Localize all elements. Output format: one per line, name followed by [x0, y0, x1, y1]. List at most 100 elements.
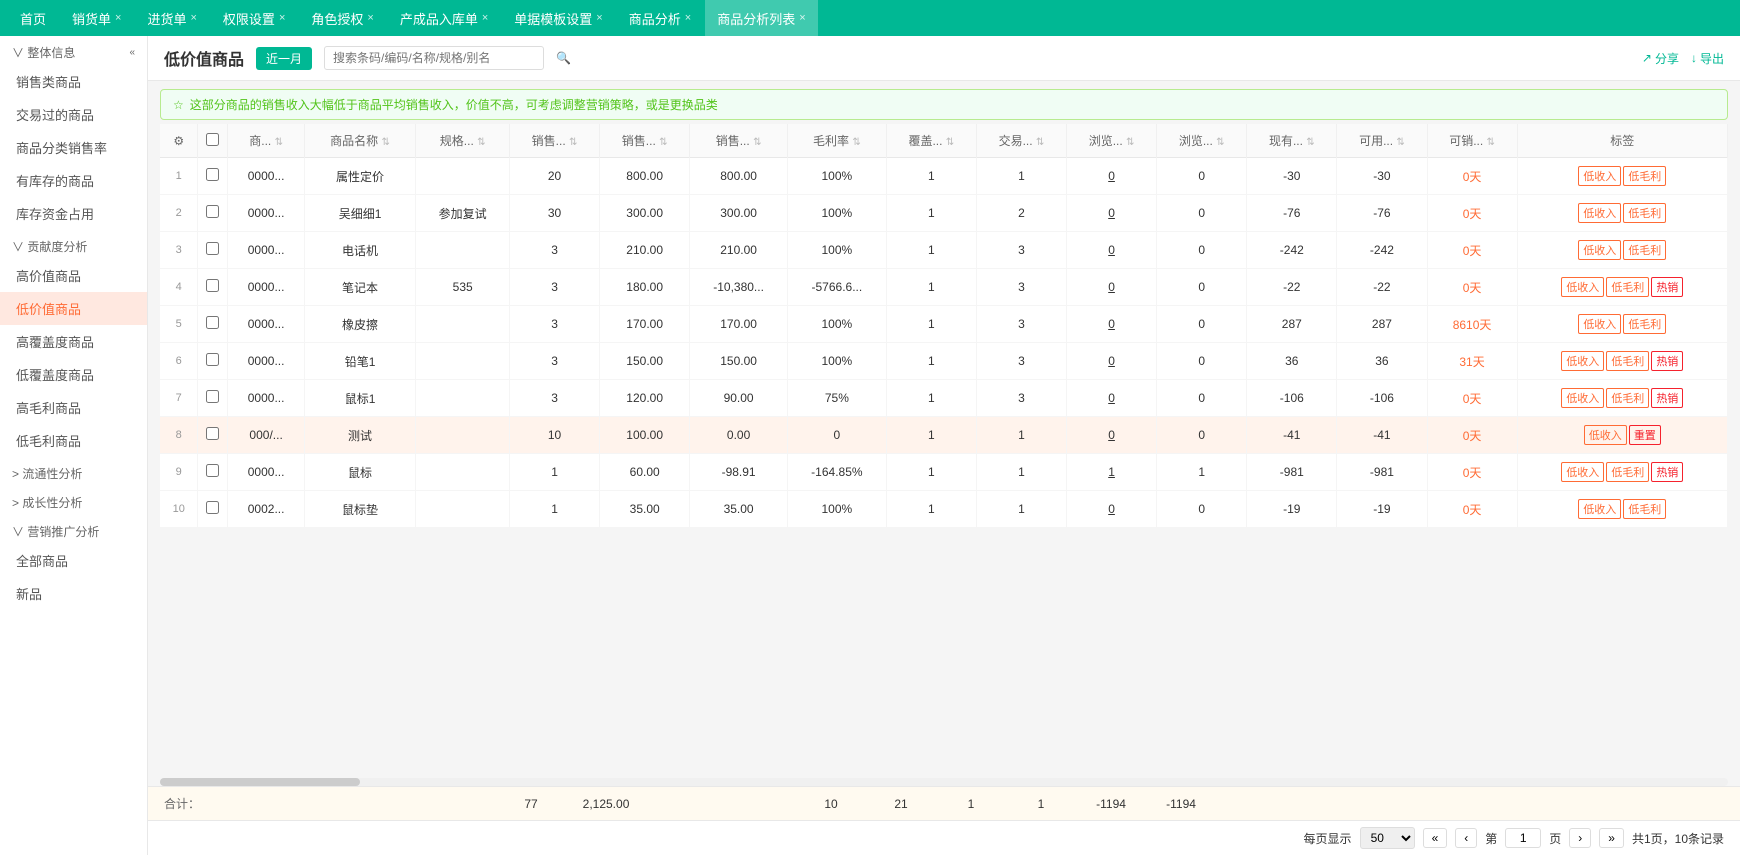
th-name[interactable]: 商品名称 ⇅ — [304, 124, 416, 158]
row-checkbox[interactable] — [206, 168, 219, 181]
collapse-icon[interactable]: « — [129, 47, 135, 58]
prev-page-button[interactable]: ‹ — [1455, 828, 1477, 848]
sidebar-item-in-stock-products[interactable]: 有库存的商品 — [0, 164, 147, 197]
row-checkbox-cell[interactable] — [198, 491, 228, 528]
th-days[interactable]: 可销... ⇅ — [1427, 124, 1517, 158]
tag: 低收入 — [1578, 240, 1621, 260]
th-stock2[interactable]: 可用... ⇅ — [1337, 124, 1427, 158]
nav-product-analysis[interactable]: 商品分析 × — [617, 0, 703, 36]
search-icon[interactable]: 🔍 — [556, 51, 571, 65]
th-settings[interactable]: ⚙ — [160, 124, 198, 158]
tag: 低收入 — [1561, 388, 1604, 408]
nav-purchase-order[interactable]: 进货单 × — [135, 0, 208, 36]
row-checkbox[interactable] — [206, 242, 219, 255]
th-spec[interactable]: 规格... ⇅ — [416, 124, 510, 158]
th-code[interactable]: 商... ⇅ — [228, 124, 304, 158]
select-all-checkbox[interactable] — [206, 133, 219, 146]
search-input[interactable] — [324, 46, 544, 70]
sidebar-item-low-coverage[interactable]: 低覆盖度商品 — [0, 358, 147, 391]
last-page-button[interactable]: » — [1599, 828, 1624, 848]
row-browse1[interactable]: 0 — [1067, 158, 1157, 195]
nav-close-analysis[interactable]: × — [685, 12, 691, 24]
nav-close-template[interactable]: × — [596, 12, 602, 24]
row-browse1[interactable]: 0 — [1067, 491, 1157, 528]
sidebar-item-inventory-capital[interactable]: 库存资金占用 — [0, 197, 147, 230]
horizontal-scrollbar[interactable] — [160, 778, 1728, 786]
sidebar-item-sales-products[interactable]: 销售类商品 — [0, 65, 147, 98]
first-page-button[interactable]: « — [1423, 828, 1448, 848]
sidebar-item-low-margin[interactable]: 低毛利商品 — [0, 424, 147, 457]
th-stock1[interactable]: 现有... ⇅ — [1247, 124, 1337, 158]
row-browse1[interactable]: 0 — [1067, 195, 1157, 232]
nav-template-settings[interactable]: 单据模板设置 × — [502, 0, 614, 36]
sidebar-group-marketing[interactable]: ∨ 营销推广分析 — [0, 515, 147, 544]
row-checkbox-cell[interactable] — [198, 417, 228, 454]
th-checkbox[interactable] — [198, 124, 228, 158]
scrollbar-thumb[interactable] — [160, 778, 360, 786]
sidebar-item-all-products[interactable]: 全部商品 — [0, 544, 147, 577]
share-button[interactable]: ↗ 分享 — [1642, 50, 1679, 67]
row-browse1[interactable]: 0 — [1067, 269, 1157, 306]
th-cover[interactable]: 覆盖... ⇅ — [886, 124, 976, 158]
th-sale1[interactable]: 销售... ⇅ — [509, 124, 599, 158]
filter-button[interactable]: 近一月 — [256, 47, 312, 70]
sidebar-item-low-value[interactable]: 低价值商品 — [0, 292, 147, 325]
row-browse1[interactable]: 0 — [1067, 343, 1157, 380]
th-browse2[interactable]: 浏览... ⇅ — [1157, 124, 1247, 158]
nav-close-permissions[interactable]: × — [279, 12, 285, 24]
sidebar-group-overall[interactable]: ∨ 整体信息 « — [0, 36, 147, 65]
sidebar-item-high-coverage[interactable]: 高覆盖度商品 — [0, 325, 147, 358]
nav-close-analysis-list[interactable]: × — [799, 12, 805, 24]
sidebar-group-growth[interactable]: > 成长性分析 — [0, 486, 147, 515]
row-browse1[interactable]: 0 — [1067, 380, 1157, 417]
row-checkbox-cell[interactable] — [198, 380, 228, 417]
sidebar-group-contribution[interactable]: ∨ 贡献度分析 — [0, 230, 147, 259]
nav-close-sales[interactable]: × — [115, 12, 121, 24]
row-checkbox[interactable] — [206, 427, 219, 440]
row-checkbox-cell[interactable] — [198, 343, 228, 380]
row-checkbox-cell[interactable] — [198, 232, 228, 269]
th-sale3[interactable]: 销售... ⇅ — [690, 124, 788, 158]
nav-product-analysis-list[interactable]: 商品分析列表 × — [705, 0, 817, 36]
page-size-select[interactable]: 50 100 200 — [1360, 827, 1415, 849]
th-trans[interactable]: 交易... ⇅ — [976, 124, 1066, 158]
row-checkbox[interactable] — [206, 279, 219, 292]
th-sale2[interactable]: 销售... ⇅ — [600, 124, 690, 158]
row-checkbox-cell[interactable] — [198, 158, 228, 195]
row-checkbox[interactable] — [206, 464, 219, 477]
row-checkbox[interactable] — [206, 316, 219, 329]
nav-permissions[interactable]: 权限设置 × — [211, 0, 297, 36]
sidebar-item-traded-products[interactable]: 交易过的商品 — [0, 98, 147, 131]
sidebar-item-category-sales-rate[interactable]: 商品分类销售率 — [0, 131, 147, 164]
next-page-button[interactable]: › — [1569, 828, 1591, 848]
nav-close-role-auth[interactable]: × — [367, 12, 373, 24]
th-gross[interactable]: 毛利率 ⇅ — [787, 124, 886, 158]
nav-role-auth[interactable]: 角色授权 × — [299, 0, 385, 36]
row-browse1[interactable]: 0 — [1067, 417, 1157, 454]
row-checkbox-cell[interactable] — [198, 306, 228, 343]
row-checkbox-cell[interactable] — [198, 195, 228, 232]
nav-close-purchase[interactable]: × — [190, 12, 196, 24]
page-number-input[interactable] — [1505, 828, 1541, 848]
sidebar-item-high-margin[interactable]: 高毛利商品 — [0, 391, 147, 424]
row-checkbox[interactable] — [206, 353, 219, 366]
row-checkbox[interactable] — [206, 205, 219, 218]
nav-sales-order[interactable]: 销货单 × — [60, 0, 133, 36]
row-checkbox-cell[interactable] — [198, 269, 228, 306]
th-tags[interactable]: 标签 — [1517, 124, 1727, 158]
nav-home[interactable]: 首页 — [8, 0, 58, 36]
nav-close-product-stock[interactable]: × — [482, 12, 488, 24]
sidebar-item-new-products[interactable]: 新品 — [0, 577, 147, 610]
row-browse1[interactable]: 0 — [1067, 306, 1157, 343]
row-checkbox-cell[interactable] — [198, 454, 228, 491]
row-checkbox[interactable] — [206, 390, 219, 403]
sidebar-group-circulation[interactable]: > 流通性分析 — [0, 457, 147, 486]
nav-product-stock[interactable]: 产成品入库单 × — [388, 0, 500, 36]
row-checkbox[interactable] — [206, 501, 219, 514]
row-stock1: -242 — [1247, 232, 1337, 269]
th-browse1[interactable]: 浏览... ⇅ — [1067, 124, 1157, 158]
row-browse1[interactable]: 0 — [1067, 232, 1157, 269]
sidebar-item-high-value[interactable]: 高价值商品 — [0, 259, 147, 292]
row-browse1[interactable]: 1 — [1067, 454, 1157, 491]
export-button[interactable]: ↓ 导出 — [1691, 50, 1724, 67]
